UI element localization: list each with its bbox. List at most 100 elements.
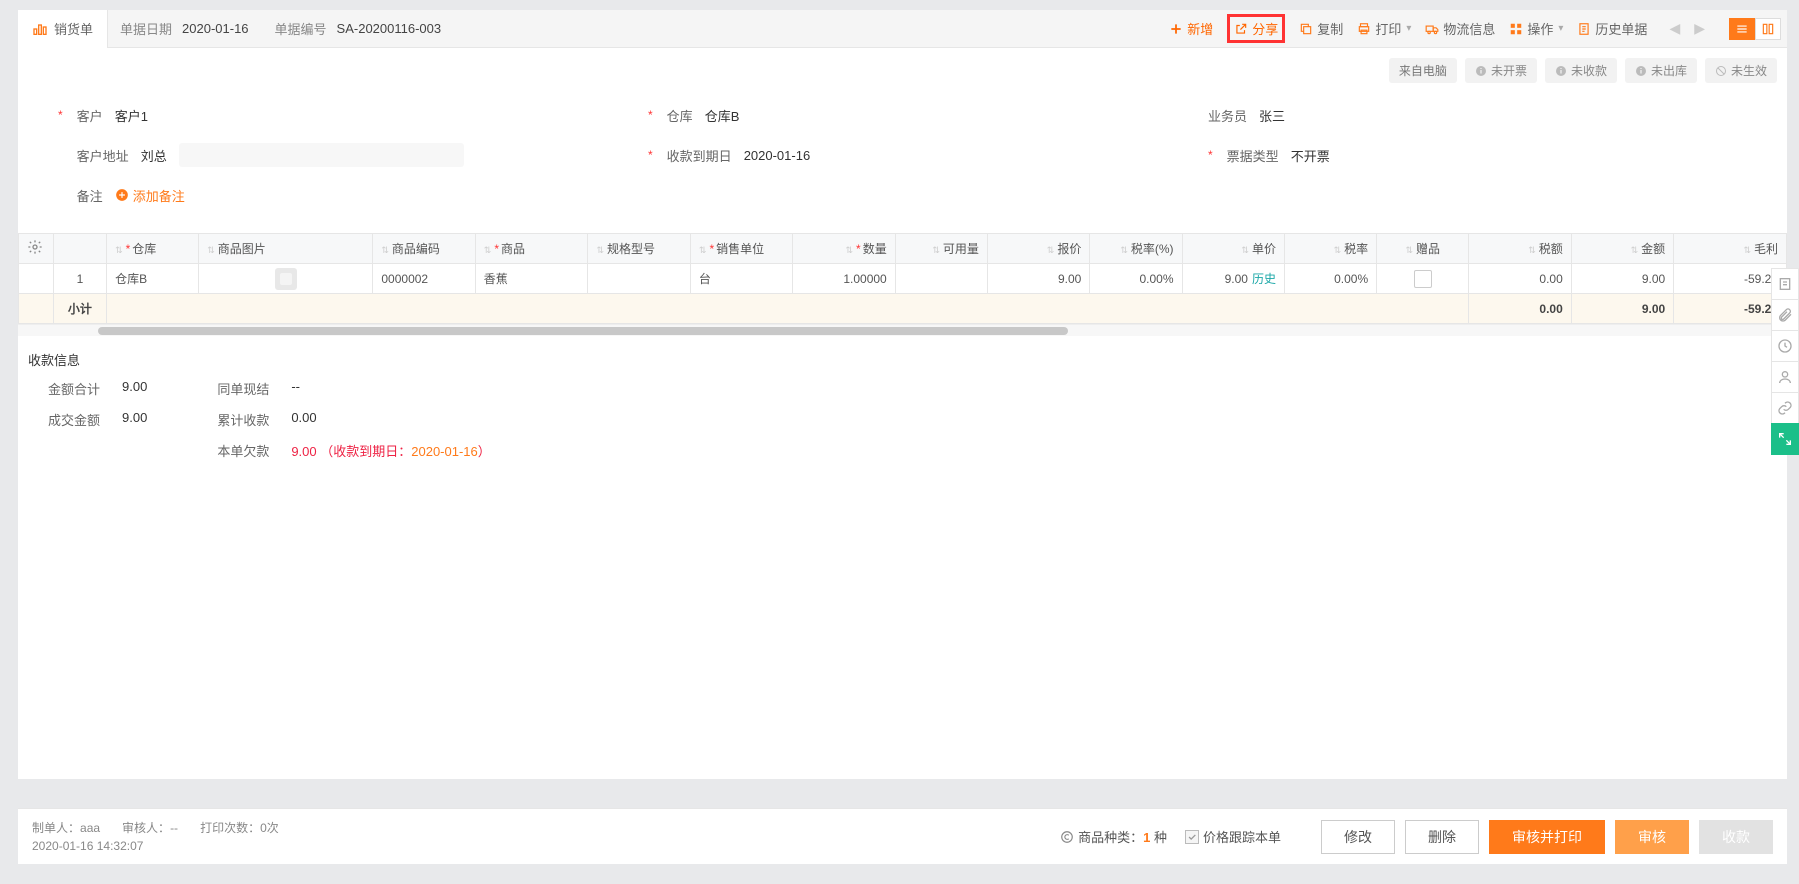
expand-icon (1777, 431, 1793, 447)
cell-product: 香蕉 (475, 264, 588, 294)
col-image[interactable]: ⇅商品图片 (199, 234, 373, 264)
ban-icon (1715, 65, 1727, 77)
print-icon (1357, 22, 1371, 36)
col-taxamt[interactable]: ⇅税额 (1469, 234, 1571, 264)
dock-time-button[interactable] (1771, 330, 1799, 362)
status-badge-row: 来自电脑 未开票 未收款 未出库 未生效 (18, 48, 1787, 87)
subtotal-label: 小计 (53, 294, 106, 324)
info-icon (1635, 65, 1647, 77)
footer-bar: 制单人：aaa 审核人：-- 打印次数：0次 2020-01-16 14:32:… (18, 808, 1787, 864)
col-spec[interactable]: ⇅规格型号 (588, 234, 690, 264)
logistics-button[interactable]: 物流信息 (1425, 19, 1495, 38)
operate-button[interactable]: 操作 ▾ (1509, 19, 1563, 38)
link-icon (1777, 400, 1793, 416)
cell-image (199, 264, 373, 294)
image-placeholder-icon (275, 268, 297, 290)
audit-print-button[interactable]: 审核并打印 (1489, 820, 1605, 854)
dock-attach-button[interactable] (1771, 299, 1799, 331)
kinds-info: 商品种类：1 种 (1060, 827, 1167, 846)
view-card-button[interactable] (1755, 18, 1781, 40)
user-icon (1777, 369, 1793, 385)
col-warehouse[interactable]: ⇅*仓库 (107, 234, 199, 264)
copy-icon (1299, 22, 1313, 36)
subtotal-amount: 9.00 (1571, 294, 1673, 324)
share-button[interactable]: 分享 (1234, 19, 1278, 38)
tab-label: 销货单 (54, 19, 93, 38)
prev-doc-arrow[interactable]: ◀ (1665, 20, 1684, 37)
cell-taxrate: 0.00% (1090, 264, 1182, 294)
footer-status: 商品种类：1 种 价格跟踪本单 (1060, 827, 1281, 846)
grid-icon (1509, 22, 1523, 36)
add-remark-link[interactable]: 添加备注 (115, 186, 185, 205)
ticket-field: *票据类型不开票 (1208, 146, 1608, 165)
col-code[interactable]: ⇅商品编码 (373, 234, 475, 264)
cell-tax: 0.00% (1284, 264, 1376, 294)
unout-badge[interactable]: 未出库 (1625, 58, 1697, 83)
col-settings[interactable] (19, 234, 54, 264)
owe-amount: 本单欠款 9.00 （收款到期日：2020-01-16） (217, 441, 490, 460)
delete-button[interactable]: 删除 (1405, 820, 1479, 854)
toolbar: 新增 分享 复制 打印 ▾ (1169, 14, 1787, 43)
scrollbar-thumb[interactable] (98, 327, 1068, 335)
col-quote[interactable]: ⇅报价 (987, 234, 1089, 264)
new-button[interactable]: 新增 (1169, 19, 1213, 38)
dock-link-button[interactable] (1771, 392, 1799, 424)
payment-section-title: 收款信息 (28, 350, 1787, 369)
document-tab[interactable]: 销货单 (18, 10, 108, 48)
history-button[interactable]: 历史单据 (1577, 19, 1647, 38)
total-amount: 金额合计9.00 (48, 379, 147, 398)
info-icon (1475, 65, 1487, 77)
price-follow-checkbox[interactable]: 价格跟踪本单 (1185, 827, 1281, 846)
col-product[interactable]: ⇅*商品 (475, 234, 588, 264)
no-label: 单据编号 (275, 19, 327, 38)
cell-quote: 9.00 (987, 264, 1089, 294)
dock-user-button[interactable] (1771, 361, 1799, 393)
no-value: SA-20200116-003 (337, 21, 442, 36)
source-badge: 来自电脑 (1389, 58, 1457, 83)
items-grid: ⇅*仓库 ⇅商品图片 ⇅商品编码 ⇅*商品 ⇅规格型号 ⇅*销售单位 ⇅*数量 … (18, 233, 1787, 336)
list-icon (1735, 22, 1749, 36)
unpaid-badge[interactable]: 未收款 (1545, 58, 1617, 83)
card-icon (1761, 22, 1775, 36)
right-dock (1771, 269, 1799, 455)
dock-expand-button[interactable] (1771, 423, 1799, 455)
dock-note-button[interactable] (1771, 268, 1799, 300)
chevron-down-icon: ▾ (1558, 23, 1563, 34)
modify-button[interactable]: 修改 (1321, 820, 1395, 854)
uninvoiced-badge[interactable]: 未开票 (1465, 58, 1537, 83)
price-history-link[interactable]: 历史 (1252, 272, 1276, 286)
remark-field: *备注 添加备注 (58, 186, 648, 205)
copyright-icon (1060, 830, 1074, 844)
ineffective-badge[interactable]: 未生效 (1705, 58, 1777, 83)
gear-icon (27, 239, 43, 255)
col-gift[interactable]: ⇅赠品 (1377, 234, 1469, 264)
col-unit[interactable]: ⇅*销售单位 (690, 234, 792, 264)
bar-chart-icon (32, 21, 48, 37)
collect-button[interactable]: 收款 (1699, 820, 1773, 854)
date-label: 单据日期 (120, 19, 172, 38)
horizontal-scrollbar[interactable] (18, 324, 1787, 336)
gift-checkbox[interactable] (1414, 270, 1432, 288)
cell-taxamt: 0.00 (1469, 264, 1571, 294)
share-icon (1234, 22, 1248, 36)
col-gross[interactable]: ⇅毛利 (1674, 234, 1787, 264)
next-doc-arrow[interactable]: ▶ (1690, 20, 1709, 37)
audit-button[interactable]: 审核 (1615, 820, 1689, 854)
col-amount[interactable]: ⇅金额 (1571, 234, 1673, 264)
cell-warehouse: 仓库B (107, 264, 199, 294)
col-avail[interactable]: ⇅可用量 (895, 234, 987, 264)
doc-meta: 单据日期 2020-01-16 单据编号 SA-20200116-003 (120, 19, 441, 38)
copy-button[interactable]: 复制 (1299, 19, 1343, 38)
address-field: *客户地址刘总 (58, 143, 648, 167)
view-list-button[interactable] (1729, 18, 1755, 40)
print-button[interactable]: 打印 ▾ (1357, 19, 1411, 38)
col-tax[interactable]: ⇅税率 (1284, 234, 1376, 264)
col-taxrate[interactable]: ⇅税率(%) (1090, 234, 1182, 264)
col-price[interactable]: ⇅单价 (1182, 234, 1284, 264)
table-row[interactable]: 1 仓库B 0000002 香蕉 台 1.00000 9.00 0.00% 9.… (19, 264, 1787, 294)
paperclip-icon (1777, 307, 1793, 323)
subtotal-gross: -59.21 (1674, 294, 1787, 324)
subtotal-row: 小计 0.00 9.00 -59.21 (19, 294, 1787, 324)
col-qty[interactable]: ⇅*数量 (793, 234, 895, 264)
plus-circle-icon (115, 188, 129, 202)
